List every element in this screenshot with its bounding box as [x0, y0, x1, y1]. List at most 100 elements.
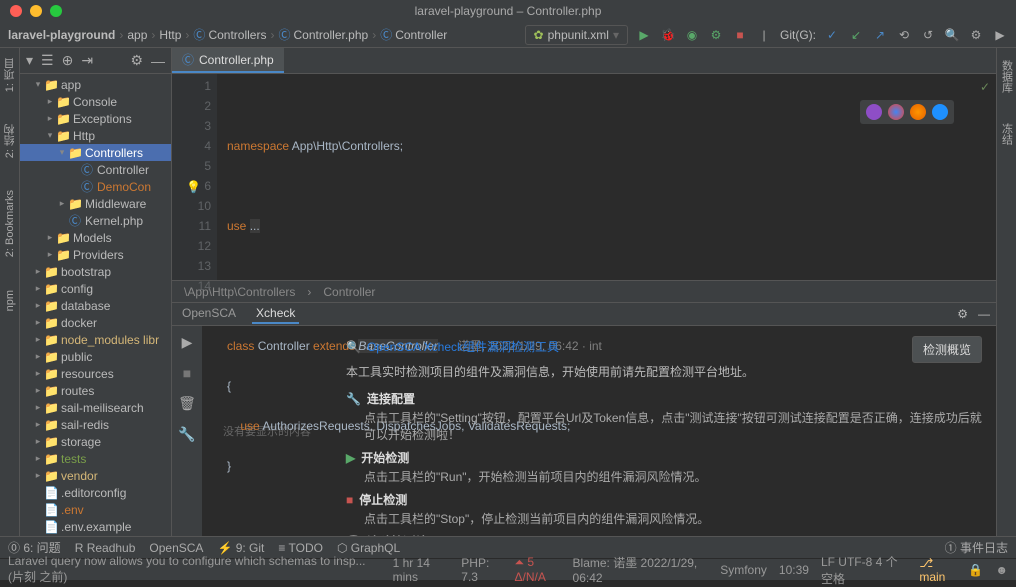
tree-item[interactable]: ⒸDemoCon — [20, 178, 171, 195]
bottom-tab[interactable]: ≡ TODO — [278, 541, 323, 555]
status-blame[interactable]: Blame: 诺墨 2022/1/29, 06:42 — [573, 554, 709, 585]
breadcrumb-item[interactable]: Ⓒ Controller — [380, 26, 447, 43]
tab-controller[interactable]: Ⓒ Controller.php — [172, 48, 284, 73]
tool-strip-item[interactable]: 2: Bookmarks — [4, 184, 16, 263]
coverage-icon[interactable]: ◉ — [684, 27, 700, 43]
project-panel: ▾ ☰ ⊕ ⇥ ⚙ — ▾📁app▸📁Console▸📁Exceptions▾📁… — [20, 48, 172, 536]
close-icon[interactable] — [10, 5, 22, 17]
status-branch[interactable]: ⎇ main — [919, 556, 956, 584]
breadcrumb-item[interactable]: Http — [159, 28, 181, 42]
breadcrumb[interactable]: laravel-playground›app›Http›Ⓒ Controller… — [8, 26, 447, 43]
status-time[interactable]: 1 hr 14 mins — [393, 556, 450, 584]
profile-icon[interactable]: ⚙ — [708, 27, 724, 43]
tool-strip-item[interactable]: 冻结 — [999, 117, 1015, 151]
status-face-icon[interactable]: ☻ — [995, 563, 1008, 577]
breadcrumb-item[interactable]: Ⓒ Controller.php — [278, 26, 368, 43]
window-controls[interactable] — [0, 5, 62, 17]
commit-icon[interactable]: ✓ — [824, 27, 840, 43]
tree-item[interactable]: ▸📁node_modules libr — [20, 331, 171, 348]
tree-item[interactable]: ⒸKernel.php — [20, 212, 171, 229]
select-file-icon[interactable]: ☰ — [41, 52, 54, 69]
inspection-ok-icon[interactable]: ✓ — [980, 80, 990, 94]
overview-button[interactable]: 检测概览 — [912, 336, 982, 363]
tree-item[interactable]: ▾📁Http — [20, 127, 171, 144]
panel-setting-icon[interactable]: 🔧 — [178, 426, 195, 443]
phpstorm-icon[interactable] — [866, 104, 882, 120]
panel-title: 🔍OpenSCA Xcheck组件漏洞检测工具 — [346, 338, 982, 355]
tree-item[interactable]: ▸📁sail-meilisearch — [20, 399, 171, 416]
collapse-icon[interactable]: ⇥ — [81, 52, 93, 69]
tree-item[interactable]: ▸📁routes — [20, 382, 171, 399]
tool-strip-item[interactable]: 1: 项目 — [2, 52, 18, 98]
tree-item[interactable]: ▸📁sail-redis — [20, 416, 171, 433]
history-icon[interactable]: ⟲ — [896, 27, 912, 43]
panel-clean-icon[interactable]: 🗑 — [178, 395, 196, 412]
tree-item[interactable]: ▾📁Controllers — [20, 144, 171, 161]
tree-item[interactable]: ▸📁resources — [20, 365, 171, 382]
minimize-icon[interactable] — [30, 5, 42, 17]
run-config-dropdown[interactable]: ✿phpunit.xml▾ — [525, 25, 628, 45]
code-editor[interactable]: 1234561011121314 namespace App\Http\Cont… — [172, 74, 996, 280]
tree-item[interactable]: ▸📁config — [20, 280, 171, 297]
tree-item[interactable]: ▸📁docker — [20, 314, 171, 331]
tree-item[interactable]: ▸📁bootstrap — [20, 263, 171, 280]
tree-item[interactable]: ▾📁app — [20, 76, 171, 93]
panel-toolbar: ▶ ■ 🗑 🔧 — [172, 326, 202, 536]
status-enc[interactable]: LF UTF-8 4 个空格 — [821, 553, 907, 587]
breadcrumb-item[interactable]: app — [127, 28, 147, 42]
tree-item[interactable]: ▸📁Providers — [20, 246, 171, 263]
project-dropdown-icon[interactable]: ▾ — [26, 52, 33, 69]
safari-icon[interactable] — [932, 104, 948, 120]
gear-icon[interactable]: ⚙ — [130, 52, 143, 69]
breadcrumb-item[interactable]: laravel-playground — [8, 28, 115, 42]
panel-run-icon[interactable]: ▶ — [182, 334, 193, 351]
event-log-tab[interactable]: ① 事件日志 — [945, 539, 1008, 556]
chrome-icon[interactable] — [888, 104, 904, 120]
rollback-icon[interactable]: ↺ — [920, 27, 936, 43]
panel-stop-icon[interactable]: ■ — [183, 365, 191, 381]
debug-icon[interactable]: 🐞 — [660, 27, 676, 43]
status-pos[interactable]: 10:39 — [779, 563, 809, 577]
locate-icon[interactable]: ⊕ — [62, 52, 74, 69]
help-section: 🗑清除检测结果点击工具栏的"Clean"，清除当前项目的检测结果。 — [346, 533, 982, 536]
php-icon: Ⓒ — [182, 51, 194, 68]
tree-item[interactable]: ▸📁public — [20, 348, 171, 365]
hide-icon[interactable]: — — [151, 53, 165, 69]
separator: | — [756, 27, 772, 43]
tree-item[interactable]: 📄.env.example — [20, 518, 171, 535]
status-php[interactable]: PHP: 7.3 — [461, 556, 502, 584]
bottom-tab[interactable]: ⚡ 9: Git — [217, 541, 264, 555]
tool-strip-item[interactable]: 2: 结构 — [2, 118, 18, 164]
status-lock-icon[interactable]: 🔒 — [968, 563, 983, 577]
bottom-tab[interactable]: ⬡ GraphQL — [337, 541, 400, 555]
maximize-icon[interactable] — [50, 5, 62, 17]
tree-item[interactable]: ▸📁storage — [20, 433, 171, 450]
tree-item[interactable]: ▸📁vendor — [20, 467, 171, 484]
tree-item[interactable]: ▸📁Exceptions — [20, 110, 171, 127]
intention-bulb-icon[interactable]: 💡 — [186, 180, 201, 194]
tree-item[interactable]: ▸📁database — [20, 297, 171, 314]
stop-icon[interactable]: ■ — [732, 27, 748, 43]
project-tree[interactable]: ▾📁app▸📁Console▸📁Exceptions▾📁Http▾📁Contro… — [20, 74, 171, 536]
plugin-icon[interactable]: ▶ — [992, 27, 1008, 43]
tree-item[interactable]: ⒸController — [20, 161, 171, 178]
tool-strip-item[interactable]: 数据库 — [999, 54, 1015, 99]
settings-icon[interactable]: ⚙ — [968, 27, 984, 43]
push-icon[interactable]: ↙ — [848, 27, 864, 43]
tree-item[interactable]: 📄.editorconfig — [20, 484, 171, 501]
run-icon[interactable]: ▶ — [636, 27, 652, 43]
firefox-icon[interactable] — [910, 104, 926, 120]
bottom-tab[interactable]: R Readhub — [75, 541, 136, 555]
search-icon[interactable]: 🔍 — [944, 27, 960, 43]
breadcrumb-item[interactable]: Ⓒ Controllers — [193, 26, 266, 43]
status-symfony[interactable]: Symfony — [720, 563, 767, 577]
tree-item[interactable]: ▸📁tests — [20, 450, 171, 467]
tool-strip-item[interactable]: npm — [4, 284, 16, 317]
tree-item[interactable]: ▸📁Middleware — [20, 195, 171, 212]
tree-item[interactable]: 📄.env — [20, 501, 171, 518]
pull-icon[interactable]: ↗ — [872, 27, 888, 43]
bottom-tab[interactable]: OpenSCA — [149, 541, 203, 555]
tree-item[interactable]: ▸📁Models — [20, 229, 171, 246]
tree-item[interactable]: ▸📁Console — [20, 93, 171, 110]
git-label: Git(G): — [780, 28, 816, 42]
